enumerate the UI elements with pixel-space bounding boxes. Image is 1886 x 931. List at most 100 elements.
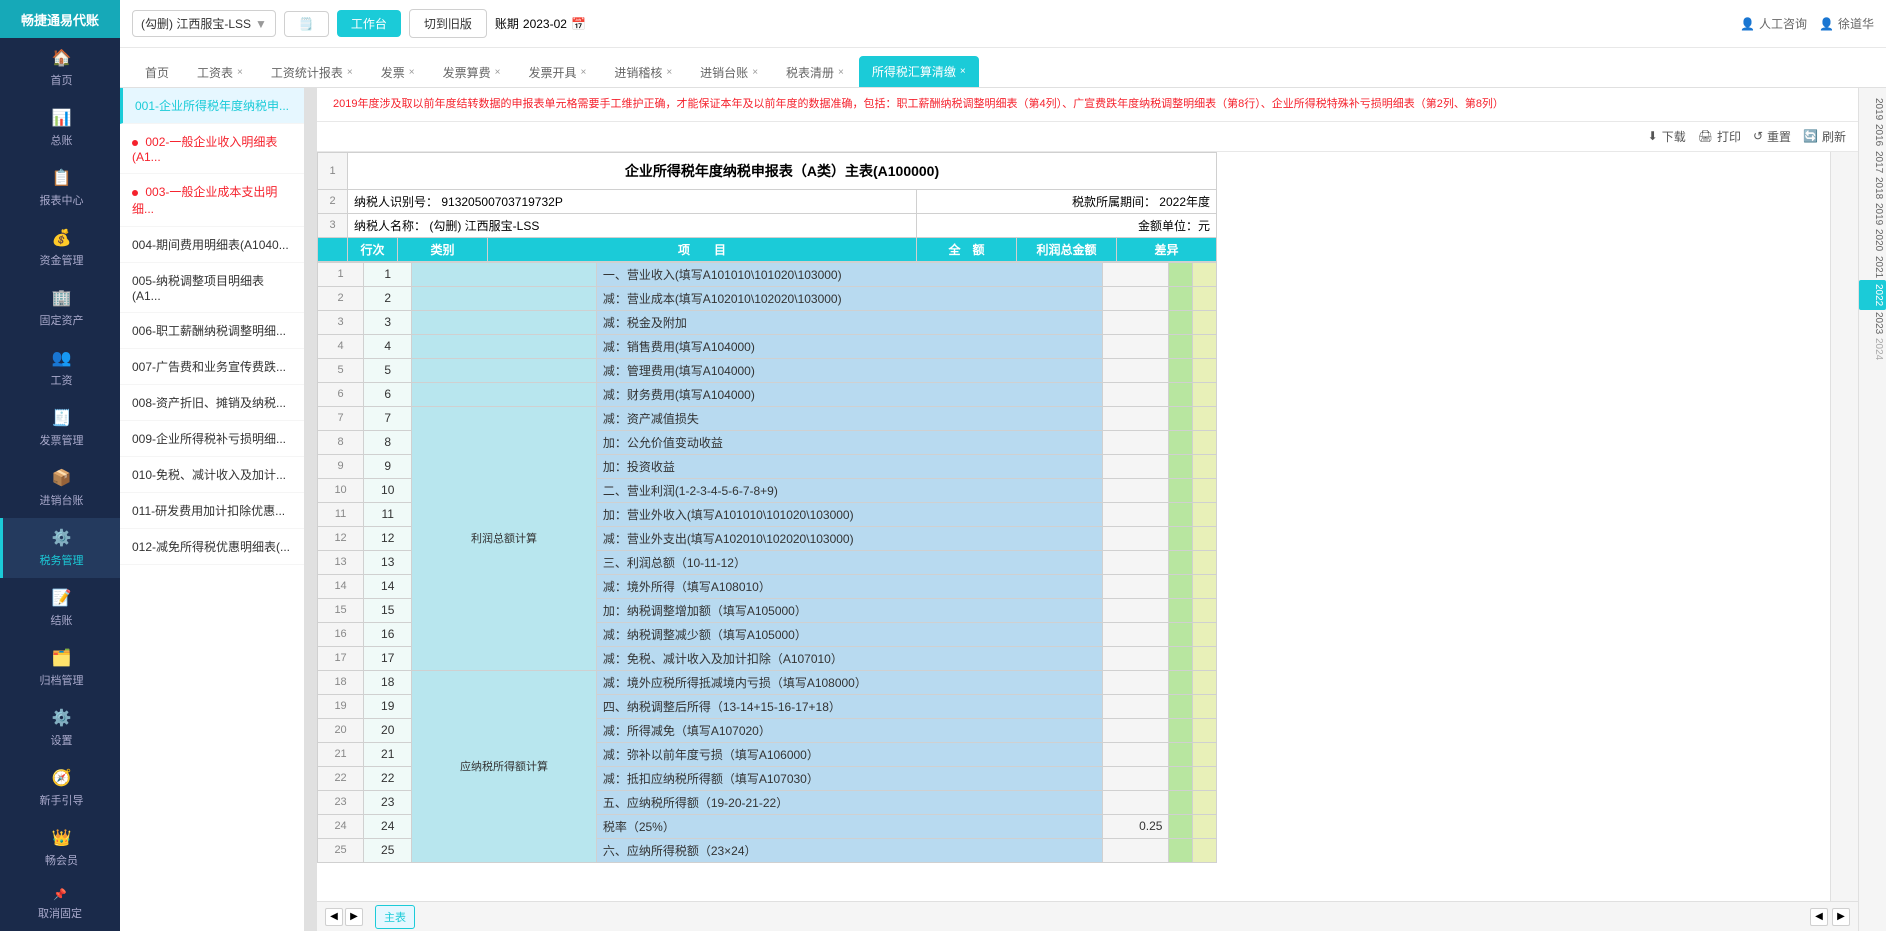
lirune-cell[interactable] bbox=[1169, 502, 1193, 526]
lirune-cell[interactable] bbox=[1169, 814, 1193, 838]
xiangmu-cell[interactable]: 二、营业利润(1-2-3-4-5-6-7-8+9) bbox=[596, 478, 1102, 502]
xiangmu-cell[interactable]: 减：营业外支出(填写A102010\102020\103000) bbox=[596, 526, 1102, 550]
lirune-cell[interactable] bbox=[1169, 334, 1193, 358]
xiangmu-cell[interactable]: 六、应纳所得税额（23×24） bbox=[596, 838, 1102, 862]
year-2018[interactable]: 2018 bbox=[1859, 175, 1886, 201]
scroll-left-icon[interactable]: ◀ bbox=[1810, 908, 1828, 926]
left-panel-item-004[interactable]: 004-期间费用明细表(A1040... bbox=[120, 227, 304, 263]
sidebar-item-invoice[interactable]: 🧾 发票管理 bbox=[0, 398, 120, 458]
quanje-cell[interactable] bbox=[1103, 622, 1169, 646]
xiangmu-cell[interactable]: 减：抵扣应纳税所得额（填写A107030） bbox=[596, 766, 1102, 790]
chay-cell[interactable] bbox=[1193, 622, 1217, 646]
lirune-cell[interactable] bbox=[1169, 310, 1193, 334]
quanje-cell[interactable] bbox=[1103, 574, 1169, 598]
sheet-tab-main[interactable]: 主表 bbox=[375, 905, 415, 929]
quanje-cell[interactable] bbox=[1103, 430, 1169, 454]
lirune-cell[interactable] bbox=[1169, 550, 1193, 574]
reset-button[interactable]: ↺ 重置 bbox=[1753, 128, 1791, 145]
nav-prev-icon[interactable]: ◀ bbox=[325, 908, 343, 926]
close-icon[interactable]: × bbox=[347, 67, 353, 78]
sidebar-item-archive[interactable]: 🗂️ 归档管理 bbox=[0, 638, 120, 698]
left-panel-item-012[interactable]: 012-减免所得税优惠明细表(... bbox=[120, 529, 304, 565]
close-icon[interactable]: × bbox=[495, 67, 501, 78]
copy-button[interactable]: 🗒️ bbox=[284, 11, 329, 37]
chay-cell[interactable] bbox=[1193, 310, 1217, 334]
quanje-cell[interactable] bbox=[1103, 838, 1169, 862]
chay-cell[interactable] bbox=[1193, 286, 1217, 310]
xiangmu-cell[interactable]: 五、应纳税所得额（19-20-21-22） bbox=[596, 790, 1102, 814]
lirune-cell[interactable] bbox=[1169, 646, 1193, 670]
chay-cell[interactable] bbox=[1193, 382, 1217, 406]
year-2016[interactable]: 2016 bbox=[1859, 122, 1886, 148]
xiangmu-cell[interactable]: 税率（25%） bbox=[596, 814, 1102, 838]
chay-cell[interactable] bbox=[1193, 454, 1217, 478]
quanje-cell[interactable] bbox=[1103, 310, 1169, 334]
print-button[interactable]: 🖨 打印 bbox=[1698, 128, 1741, 145]
quanje-cell[interactable] bbox=[1103, 454, 1169, 478]
tab-jxjh[interactable]: 进销稽核 × bbox=[601, 57, 685, 87]
sidebar-item-funds[interactable]: 💰 资金管理 bbox=[0, 218, 120, 278]
user-profile[interactable]: 👤 徐道华 bbox=[1819, 15, 1874, 32]
xiangmu-cell[interactable]: 减：财务费用(填写A104000) bbox=[596, 382, 1102, 406]
xiangmu-cell[interactable]: 减：销售费用(填写A104000) bbox=[596, 334, 1102, 358]
tab-invoice-calc[interactable]: 发票算费 × bbox=[430, 57, 514, 87]
lirune-cell[interactable] bbox=[1169, 694, 1193, 718]
lirune-cell[interactable] bbox=[1169, 838, 1193, 862]
lirune-cell[interactable] bbox=[1169, 766, 1193, 790]
left-panel-item-002[interactable]: 002-一般企业收入明细表(A1... bbox=[120, 124, 304, 174]
chay-cell[interactable] bbox=[1193, 670, 1217, 694]
lirune-cell[interactable] bbox=[1169, 454, 1193, 478]
lirune-cell[interactable] bbox=[1169, 286, 1193, 310]
lirune-cell[interactable] bbox=[1169, 742, 1193, 766]
left-panel-item-007[interactable]: 007-广告费和业务宣传费跌... bbox=[120, 349, 304, 385]
quanje-cell[interactable] bbox=[1103, 334, 1169, 358]
tab-invoice[interactable]: 发票 × bbox=[368, 57, 428, 87]
quanje-cell[interactable] bbox=[1103, 742, 1169, 766]
tab-invoice-open[interactable]: 发票开具 × bbox=[515, 57, 599, 87]
chay-cell[interactable] bbox=[1193, 262, 1217, 286]
close-icon[interactable]: × bbox=[666, 67, 672, 78]
sidebar-item-settlement[interactable]: 📝 结账 bbox=[0, 578, 120, 638]
sheet-wrapper[interactable]: 1 企业所得税年度纳税申报表（A类）主表(A100000) 2 纳税人识别号： … bbox=[317, 152, 1830, 902]
chay-cell[interactable] bbox=[1193, 430, 1217, 454]
year-2020[interactable]: 2020 bbox=[1859, 227, 1886, 253]
chay-cell[interactable] bbox=[1193, 574, 1217, 598]
close-icon[interactable]: × bbox=[580, 67, 586, 78]
xiangmu-cell[interactable]: 减：弥补以前年度亏损（填写A106000） bbox=[596, 742, 1102, 766]
left-panel-item-001[interactable]: 001-企业所得税年度纳税申... bbox=[120, 88, 304, 124]
lirune-cell[interactable] bbox=[1169, 598, 1193, 622]
lirune-cell[interactable] bbox=[1169, 406, 1193, 430]
lirune-cell[interactable] bbox=[1169, 718, 1193, 742]
left-panel-item-011[interactable]: 011-研发费用加计扣除优惠... bbox=[120, 493, 304, 529]
download-button[interactable]: ⬇ 下载 bbox=[1648, 128, 1686, 145]
xiangmu-cell[interactable]: 减：免税、减计收入及加计扣除（A107010） bbox=[596, 646, 1102, 670]
xiangmu-cell[interactable]: 减：境外应税所得抵减境内亏损（填写A108000） bbox=[596, 670, 1102, 694]
chay-cell[interactable] bbox=[1193, 406, 1217, 430]
quanje-cell[interactable] bbox=[1103, 766, 1169, 790]
calendar-icon[interactable]: 📅 bbox=[571, 17, 586, 31]
panel-collapse-button[interactable]: ◀ bbox=[305, 88, 317, 931]
chay-cell[interactable] bbox=[1193, 742, 1217, 766]
close-icon[interactable]: × bbox=[409, 67, 415, 78]
year-2021[interactable]: 2021 bbox=[1859, 254, 1886, 280]
xiangmu-cell[interactable]: 减：所得减免（填写A107020） bbox=[596, 718, 1102, 742]
left-panel-item-003[interactable]: 003-一般企业成本支出明细... bbox=[120, 174, 304, 227]
xiangmu-cell[interactable]: 减：管理费用(填写A104000) bbox=[596, 358, 1102, 382]
chay-cell[interactable] bbox=[1193, 790, 1217, 814]
chay-cell[interactable] bbox=[1193, 814, 1217, 838]
sidebar-item-ledger[interactable]: 📊 总账 bbox=[0, 98, 120, 158]
tab-home[interactable]: 首页 bbox=[132, 57, 182, 87]
quanje-cell[interactable] bbox=[1103, 598, 1169, 622]
workbench-button[interactable]: 工作台 bbox=[337, 10, 401, 37]
chay-cell[interactable] bbox=[1193, 838, 1217, 862]
quanje-cell[interactable] bbox=[1103, 358, 1169, 382]
tab-taxlist[interactable]: 税表清册 × bbox=[773, 57, 857, 87]
quanje-cell[interactable] bbox=[1103, 502, 1169, 526]
lirune-cell[interactable] bbox=[1169, 670, 1193, 694]
close-icon[interactable]: × bbox=[752, 67, 758, 78]
quanje-cell[interactable] bbox=[1103, 406, 1169, 430]
quanje-cell[interactable] bbox=[1103, 478, 1169, 502]
quanje-cell[interactable] bbox=[1103, 670, 1169, 694]
chay-cell[interactable] bbox=[1193, 358, 1217, 382]
xiangmu-cell[interactable]: 加：投资收益 bbox=[596, 454, 1102, 478]
